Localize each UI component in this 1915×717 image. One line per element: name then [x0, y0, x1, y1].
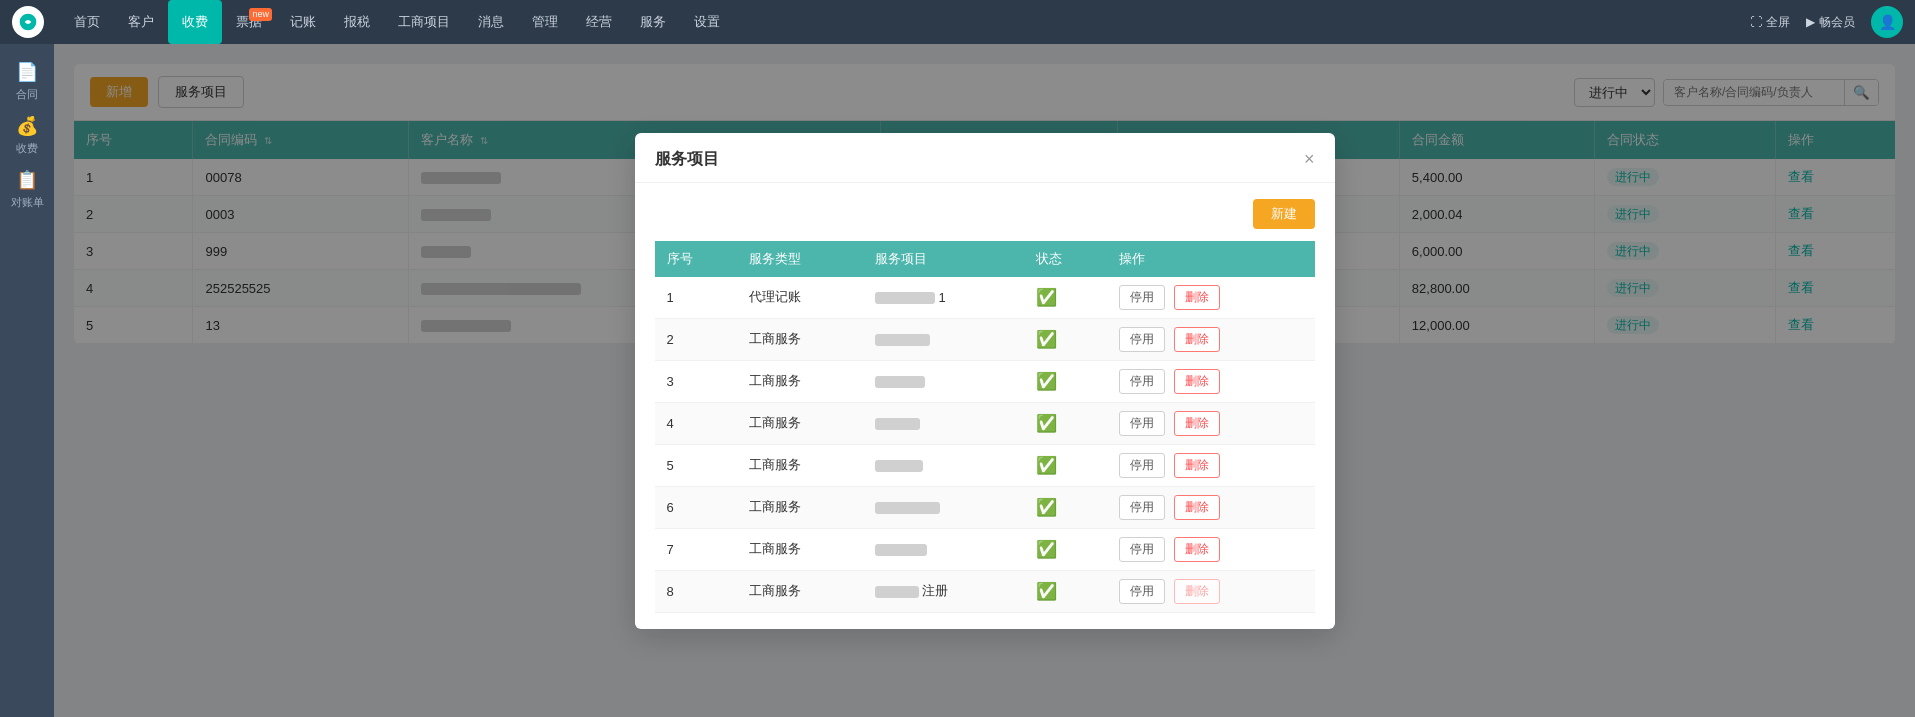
stop-button-5[interactable]: 停用 — [1119, 453, 1165, 478]
stop-button-2[interactable]: 停用 — [1119, 327, 1165, 352]
vip-icon: ▶ — [1806, 15, 1815, 29]
delete-button-7[interactable]: 删除 — [1174, 537, 1220, 562]
user-avatar[interactable]: 👤 — [1871, 6, 1903, 38]
nav-item-bizproject[interactable]: 工商项目 — [384, 0, 464, 44]
stop-button-3[interactable]: 停用 — [1119, 369, 1165, 394]
delete-button-6[interactable]: 删除 — [1174, 495, 1220, 520]
fee-icon: 💰 — [16, 115, 38, 137]
delete-button-2[interactable]: 删除 — [1174, 327, 1220, 352]
service-modal: 服务项目 × 新建 序号 服务类型 服务项目 状态 操作 — [635, 133, 1335, 629]
modal-toolbar: 新建 — [655, 199, 1315, 229]
list-item: 2 工商服务 ✅ 停用 删除 — [655, 318, 1315, 360]
vip-button[interactable]: ▶ 畅会员 — [1806, 14, 1855, 31]
stop-button-8[interactable]: 停用 — [1119, 579, 1165, 604]
nav-item-message[interactable]: 消息 — [464, 0, 518, 44]
modal-table-body: 1 代理记账 1 ✅ 停用 删除 2 工商服务 ✅ — [655, 277, 1315, 613]
modal-title: 服务项目 — [655, 149, 719, 170]
status-icon-5: ✅ — [1036, 456, 1057, 475]
stop-button-1[interactable]: 停用 — [1119, 285, 1165, 310]
nav-item-fee[interactable]: 收费 — [168, 0, 222, 44]
fullscreen-icon: ⛶ — [1750, 15, 1762, 29]
list-item: 6 工商服务 ✅ 停用 删除 — [655, 486, 1315, 528]
app-logo[interactable] — [12, 6, 44, 38]
status-icon-4: ✅ — [1036, 414, 1057, 433]
modal-close-button[interactable]: × — [1304, 149, 1315, 170]
nav-item-invoice[interactable]: 票据 new — [222, 0, 276, 44]
status-icon-6: ✅ — [1036, 498, 1057, 517]
stop-button-7[interactable]: 停用 — [1119, 537, 1165, 562]
top-right-actions: ⛶ 全屏 ▶ 畅会员 👤 — [1750, 6, 1903, 38]
modal-new-button[interactable]: 新建 — [1253, 199, 1315, 229]
nav-item-customer[interactable]: 客户 — [114, 0, 168, 44]
sidebar-item-statement[interactable]: 📋 对账单 — [2, 162, 52, 216]
modal-header: 服务项目 × — [635, 133, 1335, 183]
contract-icon: 📄 — [16, 61, 38, 83]
service-items-table: 序号 服务类型 服务项目 状态 操作 1 代理记账 1 ✅ 停用 — [655, 241, 1315, 613]
nav-items: 首页 客户 收费 票据 new 记账 报税 工商项目 消息 管理 经营 服务 设… — [60, 0, 1750, 44]
status-icon-2: ✅ — [1036, 330, 1057, 349]
nav-item-home[interactable]: 首页 — [60, 0, 114, 44]
modal-body: 新建 序号 服务类型 服务项目 状态 操作 1 代理记账 — [635, 183, 1335, 629]
list-item: 5 工商服务 ✅ 停用 删除 — [655, 444, 1315, 486]
top-navigation: 首页 客户 收费 票据 new 记账 报税 工商项目 消息 管理 经营 服务 设… — [0, 0, 1915, 44]
nav-item-manage[interactable]: 管理 — [518, 0, 572, 44]
delete-button-1[interactable]: 删除 — [1174, 285, 1220, 310]
nav-item-service[interactable]: 服务 — [626, 0, 680, 44]
list-item: 8 工商服务 注册 ✅ 停用 删除 — [655, 570, 1315, 612]
sidebar-item-fee[interactable]: 💰 收费 — [2, 108, 52, 162]
status-icon-3: ✅ — [1036, 372, 1057, 391]
delete-button-8[interactable]: 删除 — [1174, 579, 1220, 604]
stop-button-4[interactable]: 停用 — [1119, 411, 1165, 436]
modal-overlay[interactable]: 服务项目 × 新建 序号 服务类型 服务项目 状态 操作 — [54, 44, 1915, 717]
stop-button-6[interactable]: 停用 — [1119, 495, 1165, 520]
status-icon-1: ✅ — [1036, 288, 1057, 307]
modal-table-header: 序号 服务类型 服务项目 状态 操作 — [655, 241, 1315, 277]
status-icon-8: ✅ — [1036, 582, 1057, 601]
delete-button-3[interactable]: 删除 — [1174, 369, 1220, 394]
list-item: 4 工商服务 ✅ 停用 删除 — [655, 402, 1315, 444]
delete-button-4[interactable]: 删除 — [1174, 411, 1220, 436]
statement-icon: 📋 — [16, 169, 38, 191]
left-sidebar: 📄 合同 💰 收费 📋 对账单 — [0, 44, 54, 717]
status-icon-7: ✅ — [1036, 540, 1057, 559]
list-item: 7 工商服务 ✅ 停用 删除 — [655, 528, 1315, 570]
nav-item-settings[interactable]: 设置 — [680, 0, 734, 44]
nav-item-operation[interactable]: 经营 — [572, 0, 626, 44]
sidebar-item-contract[interactable]: 📄 合同 — [2, 54, 52, 108]
new-badge: new — [249, 8, 272, 21]
list-item: 1 代理记账 1 ✅ 停用 删除 — [655, 277, 1315, 319]
nav-item-bookkeeping[interactable]: 记账 — [276, 0, 330, 44]
nav-item-tax[interactable]: 报税 — [330, 0, 384, 44]
delete-button-5[interactable]: 删除 — [1174, 453, 1220, 478]
fullscreen-button[interactable]: ⛶ 全屏 — [1750, 14, 1790, 31]
list-item: 3 工商服务 ✅ 停用 删除 — [655, 360, 1315, 402]
